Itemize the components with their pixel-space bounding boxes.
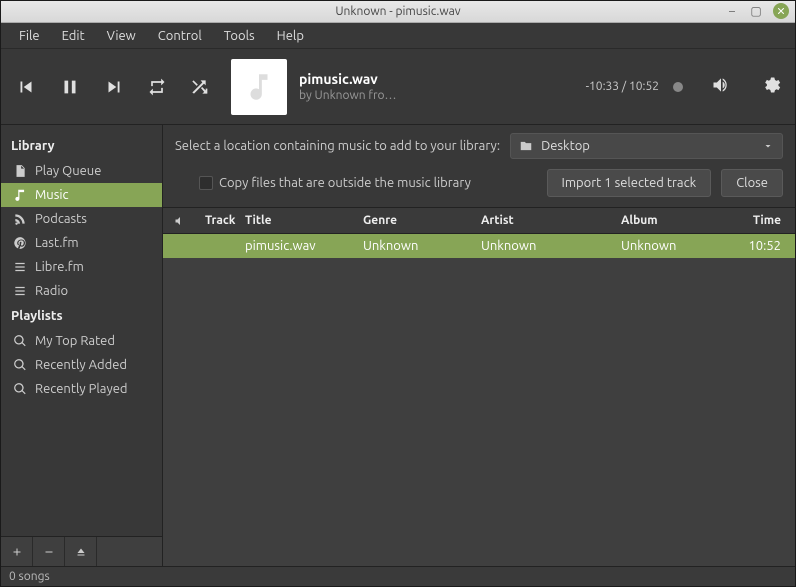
copy-files-checkbox[interactable]: [199, 176, 213, 190]
eject-button[interactable]: [65, 537, 97, 567]
menubar: FileEditViewControlToolsHelp: [1, 23, 795, 49]
menu-control[interactable]: Control: [148, 25, 212, 47]
copy-files-label: Copy files that are outside the music li…: [219, 176, 471, 190]
sidebar-item-label: Recently Played: [35, 382, 128, 396]
sidebar-item-label: Recently Added: [35, 358, 127, 372]
sidebar-item-my-top-rated[interactable]: My Top Rated: [1, 329, 162, 353]
table-row[interactable]: pimusic.wavUnknownUnknownUnknown10:52: [163, 234, 795, 258]
import-bar: Select a location containing music to ad…: [163, 125, 795, 208]
folder-icon: [519, 139, 533, 153]
list-icon: [13, 284, 27, 298]
time-section: -10:33 / 10:52: [586, 75, 781, 98]
album-art: [231, 59, 287, 115]
import-row-actions: Copy files that are outside the music li…: [175, 169, 783, 197]
transport-controls: [15, 76, 209, 98]
menu-file[interactable]: File: [9, 25, 50, 47]
window-title: Unknown - pimusic.wav: [335, 5, 460, 18]
player-bar: pimusic.wav by Unknown fro… -10:33 / 10:…: [1, 49, 795, 125]
location-selector[interactable]: Desktop: [510, 133, 783, 159]
app-window: Unknown - pimusic.wav – ▢ FileEditViewCo…: [0, 0, 796, 587]
sidebar-item-label: Play Queue: [35, 164, 101, 178]
cell-artist: Unknown: [473, 239, 613, 253]
main-panel: Select a location containing music to ad…: [163, 125, 795, 566]
cell-genre: Unknown: [355, 239, 473, 253]
maximize-button[interactable]: ▢: [749, 4, 763, 18]
pause-button[interactable]: [59, 76, 81, 98]
progress-knob[interactable]: [673, 82, 683, 92]
repeat-button[interactable]: [147, 77, 167, 97]
speaker-icon: [174, 215, 186, 227]
copy-files-option[interactable]: Copy files that are outside the music li…: [199, 176, 471, 190]
sidebar-item-label: Music: [35, 188, 69, 202]
sidebar-item-label: Libre.fm: [35, 260, 84, 274]
doc-icon: [13, 164, 27, 178]
close-import-button[interactable]: Close: [721, 169, 783, 197]
shuffle-button[interactable]: [189, 77, 209, 97]
time-display: -10:33 / 10:52: [586, 80, 659, 93]
sidebar: Library Play Queue Music Podcasts Last.fm Lib…: [1, 125, 163, 566]
sidebar-item-play-queue[interactable]: Play Queue: [1, 159, 162, 183]
add-playlist-button[interactable]: [1, 537, 33, 567]
sidebar-toolbar: [1, 536, 162, 566]
menu-view[interactable]: View: [97, 25, 146, 47]
sidebar-item-radio[interactable]: Radio: [1, 279, 162, 303]
volume-button[interactable]: [711, 75, 731, 98]
col-playing-icon[interactable]: [163, 215, 197, 227]
sidebar-item-last-fm[interactable]: Last.fm: [1, 231, 162, 255]
sidebar-item-libre-fm[interactable]: Libre.fm: [1, 255, 162, 279]
minimize-button[interactable]: –: [725, 4, 739, 18]
col-artist[interactable]: Artist: [473, 214, 613, 227]
import-row-location: Select a location containing music to ad…: [175, 133, 783, 159]
track-info: pimusic.wav by Unknown fro…: [299, 71, 396, 102]
search-icon: [13, 334, 27, 348]
status-bar: 0 songs: [1, 566, 795, 586]
previous-button[interactable]: [15, 76, 37, 98]
lastfm-icon: [13, 236, 27, 250]
sidebar-item-label: Last.fm: [35, 236, 79, 250]
location-label: Desktop: [541, 139, 590, 153]
col-genre[interactable]: Genre: [355, 214, 473, 227]
cell-time: 10:52: [739, 239, 795, 253]
sidebar-section-playlists: Playlists: [1, 303, 162, 329]
track-table-header: Track Title Genre Artist Album Time: [163, 208, 795, 234]
podcast-icon: [13, 212, 27, 226]
track-title: pimusic.wav: [299, 71, 396, 87]
sidebar-item-label: Radio: [35, 284, 68, 298]
menu-tools[interactable]: Tools: [214, 25, 265, 47]
close-button[interactable]: [773, 3, 789, 19]
remove-playlist-button[interactable]: [33, 537, 65, 567]
import-prompt: Select a location containing music to ad…: [175, 139, 500, 153]
menu-edit[interactable]: Edit: [52, 25, 95, 47]
col-time[interactable]: Time: [739, 214, 795, 227]
music-note-icon: [242, 70, 276, 104]
track-subtitle: by Unknown fro…: [299, 89, 396, 102]
chevron-down-icon: [762, 140, 774, 152]
cell-title: pimusic.wav: [237, 239, 355, 253]
sidebar-item-podcasts[interactable]: Podcasts: [1, 207, 162, 231]
sidebar-item-music[interactable]: Music: [1, 183, 162, 207]
list-icon: [13, 260, 27, 274]
menu-help[interactable]: Help: [267, 25, 314, 47]
sidebar-item-label: My Top Rated: [35, 334, 115, 348]
col-track[interactable]: Track: [197, 214, 237, 227]
settings-button[interactable]: [761, 75, 781, 98]
status-text: 0 songs: [9, 570, 50, 583]
col-album[interactable]: Album: [613, 214, 739, 227]
content-area: Library Play Queue Music Podcasts Last.fm Lib…: [1, 125, 795, 566]
window-controls: – ▢: [725, 3, 789, 19]
import-button[interactable]: Import 1 selected track: [547, 169, 712, 197]
sidebar-item-recently-added[interactable]: Recently Added: [1, 353, 162, 377]
titlebar: Unknown - pimusic.wav – ▢: [1, 1, 795, 23]
sidebar-item-label: Podcasts: [35, 212, 87, 226]
next-button[interactable]: [103, 76, 125, 98]
sidebar-item-recently-played[interactable]: Recently Played: [1, 377, 162, 401]
search-icon: [13, 382, 27, 396]
music-icon: [13, 188, 27, 202]
sidebar-scroll[interactable]: Library Play Queue Music Podcasts Last.fm Lib…: [1, 125, 162, 536]
sidebar-section-library: Library: [1, 133, 162, 159]
col-title[interactable]: Title: [237, 214, 355, 227]
search-icon: [13, 358, 27, 372]
track-table-body[interactable]: pimusic.wavUnknownUnknownUnknown10:52: [163, 234, 795, 566]
cell-album: Unknown: [613, 239, 739, 253]
